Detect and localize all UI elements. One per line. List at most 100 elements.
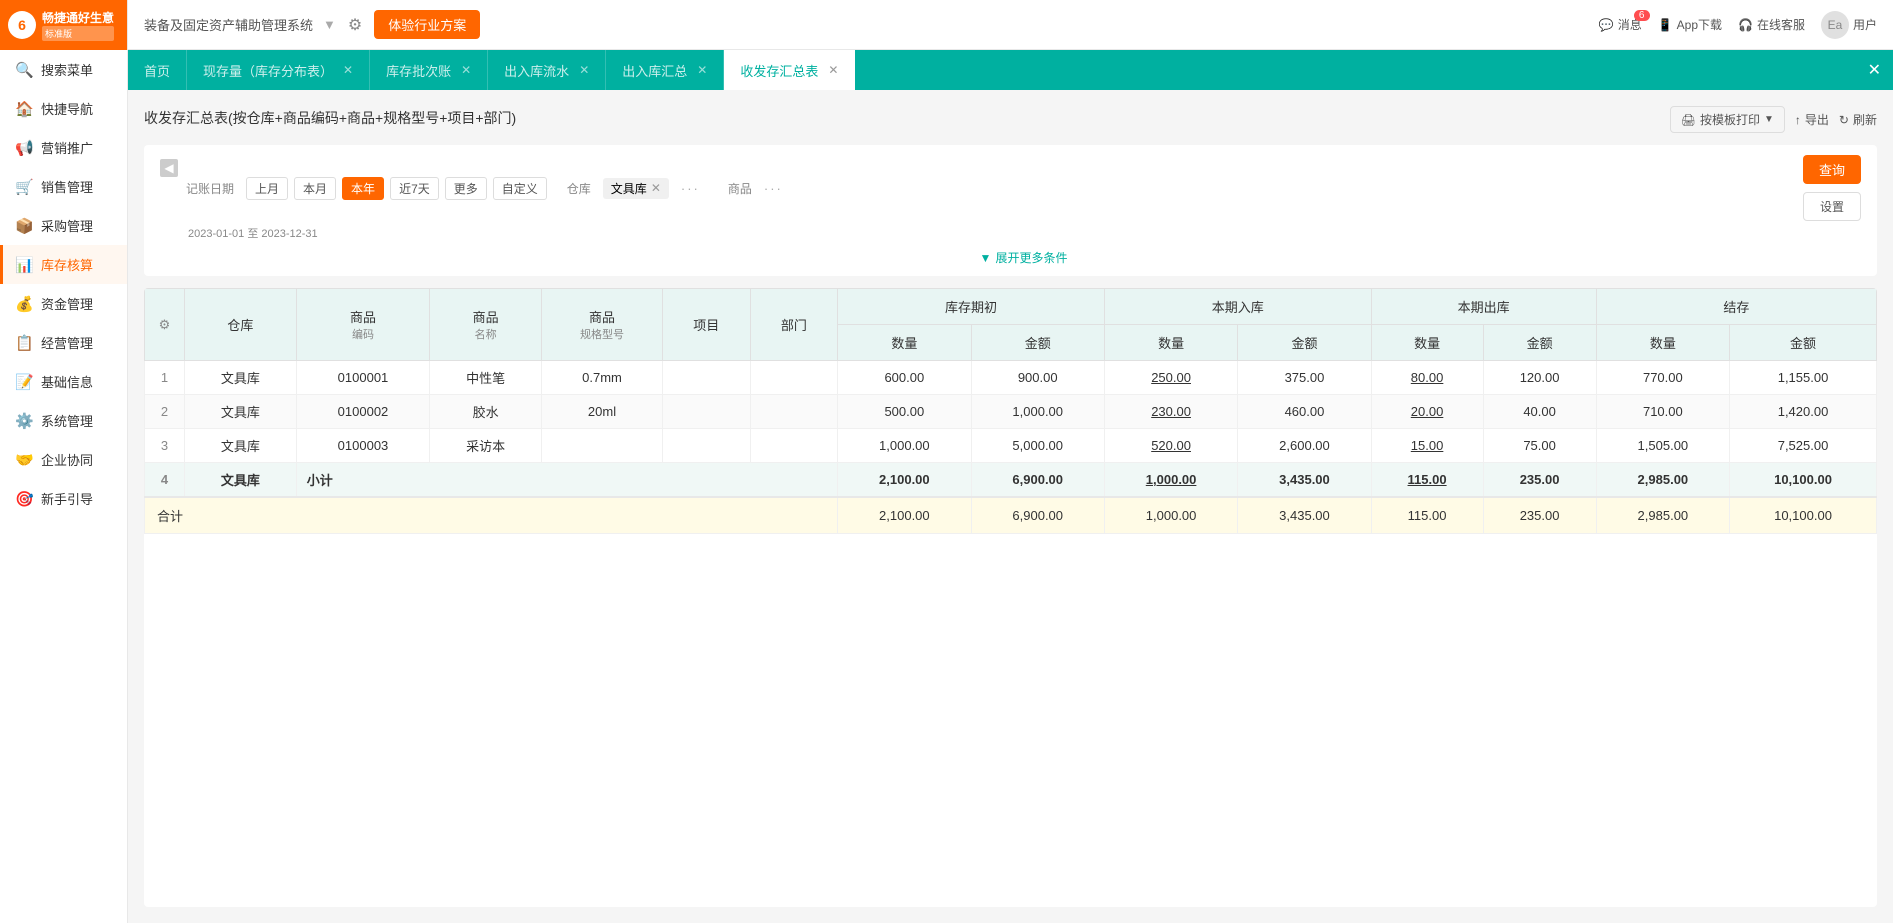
tab-close-5[interactable]: ✕: [828, 63, 838, 77]
sidebar-label-finance: 资金管理: [41, 294, 93, 313]
sidebar-item-quick-nav[interactable]: 🏠 快捷导航: [0, 89, 127, 128]
goods-filter-label: 商品: [728, 182, 752, 196]
date-btn-custom[interactable]: 自定义: [493, 177, 547, 200]
row-num-1: 2: [145, 395, 185, 429]
tab-1[interactable]: 现存量（库存分布表）✕: [187, 50, 370, 90]
tab-close-3[interactable]: ✕: [579, 63, 589, 77]
row-goods-spec-2: [541, 429, 662, 463]
sidebar-item-sales[interactable]: 🛒 销售管理: [0, 167, 127, 206]
row-goods-name-2: 采访本: [430, 429, 542, 463]
sidebar-item-operations[interactable]: 📋 经营管理: [0, 323, 127, 362]
row-goods-code-1: 0100002: [296, 395, 429, 429]
topbar-right: 💬 消息 6 📱 App下载 🎧 在线客服 Ea 用户: [1599, 11, 1877, 39]
row-out-qty-0[interactable]: 80.00: [1371, 361, 1483, 395]
message-icon: 💬: [1599, 18, 1614, 32]
row-department-2: [750, 429, 838, 463]
th-goods-spec: 商品规格型号: [541, 289, 662, 361]
subtotal-balance-amt: 10,100.00: [1730, 463, 1877, 498]
subtotal-out-amt: 235.00: [1483, 463, 1596, 498]
tab-0[interactable]: 首页: [128, 50, 187, 90]
row-opening-amt-1: 1,000.00: [971, 395, 1104, 429]
sidebar-logo: 6 畅捷通好生意 标准版: [0, 0, 127, 50]
tabbar: 首页现存量（库存分布表）✕库存批次账✕出入库流水✕出入库汇总✕收发存汇总表✕ ✕: [128, 50, 1893, 90]
date-btn-7days[interactable]: 近7天: [390, 177, 439, 200]
tab-2[interactable]: 库存批次账✕: [370, 50, 488, 90]
tab-close-2[interactable]: ✕: [461, 63, 471, 77]
th-out-amt: 金额: [1483, 325, 1596, 361]
tab-label-4: 出入库汇总: [622, 61, 687, 80]
date-btn-this-year[interactable]: 本年: [342, 177, 384, 200]
row-out-qty-2[interactable]: 15.00: [1371, 429, 1483, 463]
sidebar-item-search[interactable]: 🔍 搜索菜单: [0, 50, 127, 89]
subtotal-out-qty[interactable]: 115.00: [1371, 463, 1483, 498]
row-in-qty-2[interactable]: 520.00: [1104, 429, 1237, 463]
th-settings[interactable]: ⚙: [145, 289, 185, 361]
export-btn[interactable]: ↑ 导出: [1795, 111, 1829, 128]
sidebar-item-inventory[interactable]: 📊 库存核算: [0, 245, 127, 284]
sidebar-icon-search: 🔍: [15, 61, 33, 79]
filter-card: ◀ 记账日期 上月 本月 本年 近7天 更多 自定义 仓库: [144, 145, 1877, 276]
tab-3[interactable]: 出入库流水✕: [488, 50, 606, 90]
row-project-1: [663, 395, 751, 429]
row-balance-qty-0: 770.00: [1596, 361, 1729, 395]
total-opening-qty: 2,100.00: [838, 497, 971, 534]
sidebar-icon-operations: 📋: [15, 334, 33, 352]
online-service-btn[interactable]: 🎧 在线客服: [1738, 16, 1805, 33]
sidebar-item-collab[interactable]: 🤝 企业协同: [0, 440, 127, 479]
sidebar-item-marketing[interactable]: 📢 营销推广: [0, 128, 127, 167]
date-range-display: 2023-01-01 至 2023-12-31: [188, 228, 318, 240]
subtotal-opening-amt: 6,900.00: [971, 463, 1104, 498]
headset-icon: 🎧: [1738, 18, 1753, 32]
settings-button[interactable]: 设置: [1803, 192, 1861, 221]
experience-btn[interactable]: 体验行业方案: [374, 10, 480, 39]
date-btn-last-month[interactable]: 上月: [246, 177, 288, 200]
query-button[interactable]: 查询: [1803, 155, 1861, 184]
row-in-qty-0[interactable]: 250.00: [1104, 361, 1237, 395]
warehouse-tag-close[interactable]: ✕: [651, 181, 661, 195]
row-num-0: 1: [145, 361, 185, 395]
sidebar-item-purchase[interactable]: 📦 采购管理: [0, 206, 127, 245]
logo-icon: 6: [8, 11, 36, 39]
filter-collapse-btn[interactable]: ◀: [160, 159, 178, 177]
message-btn[interactable]: 💬 消息 6: [1599, 16, 1642, 33]
main-area: 装备及固定资产辅助管理系统 ▼ ⚙ 体验行业方案 💬 消息 6 📱 App下载 …: [128, 0, 1893, 923]
expand-more-btn[interactable]: ▼ 展开更多条件: [980, 249, 1068, 266]
print-btn[interactable]: 🖨 按模板打印 ▼: [1670, 106, 1785, 133]
th-opening-qty: 数量: [838, 325, 971, 361]
sidebar-item-system[interactable]: ⚙️ 系统管理: [0, 401, 127, 440]
date-btn-this-month[interactable]: 本月: [294, 177, 336, 200]
sidebar-icon-basic: 📝: [15, 373, 33, 391]
query-btn-group: 查询 设置: [1803, 155, 1861, 221]
warehouse-dots[interactable]: ···: [681, 181, 700, 196]
table-row: 3 文具库 0100003 采访本 1,000.00 5,000.00 520.…: [145, 429, 1877, 463]
table-settings-icon[interactable]: ⚙: [159, 317, 171, 332]
row-out-qty-1[interactable]: 20.00: [1371, 395, 1483, 429]
refresh-btn[interactable]: ↻ 刷新: [1839, 111, 1877, 128]
tab-close-4[interactable]: ✕: [697, 63, 707, 77]
row-opening-qty-0: 600.00: [838, 361, 971, 395]
sidebar-item-finance[interactable]: 💰 资金管理: [0, 284, 127, 323]
th-warehouse: 仓库: [185, 289, 297, 361]
tab-close-1[interactable]: ✕: [343, 63, 353, 77]
subtotal-in-qty[interactable]: 1,000.00: [1104, 463, 1237, 498]
sidebar-item-guide[interactable]: 🎯 新手引导: [0, 479, 127, 518]
tab-4[interactable]: 出入库汇总 ✕: [606, 50, 724, 90]
gear-icon[interactable]: ⚙: [348, 15, 362, 35]
close-all-tabs-btn[interactable]: ✕: [1856, 60, 1893, 80]
row-in-qty-1[interactable]: 230.00: [1104, 395, 1237, 429]
row-balance-qty-2: 1,505.00: [1596, 429, 1729, 463]
system-select-arrow[interactable]: ▼: [323, 17, 336, 32]
sidebar-label-operations: 经营管理: [41, 333, 93, 352]
sidebar-icon-inventory: 📊: [15, 256, 33, 274]
table-total-row: 合计 2,100.00 6,900.00 1,000.00 3,435.00 1…: [145, 497, 1877, 534]
subtotal-warehouse: 文具库: [185, 463, 297, 498]
goods-dots[interactable]: ···: [764, 181, 783, 196]
sidebar-item-basic[interactable]: 📝 基础信息: [0, 362, 127, 401]
sidebar-icon-sales: 🛒: [15, 178, 33, 196]
user-avatar[interactable]: Ea 用户: [1821, 11, 1877, 39]
tab-5[interactable]: 收发存汇总表✕: [724, 50, 855, 90]
date-btn-more[interactable]: 更多: [445, 177, 487, 200]
app-download-btn[interactable]: 📱 App下载: [1658, 16, 1722, 33]
page-header-row: 收发存汇总表(按仓库+商品编码+商品+规格型号+项目+部门) 🖨 按模板打印 ▼…: [144, 106, 1877, 133]
total-out-qty: 115.00: [1371, 497, 1483, 534]
